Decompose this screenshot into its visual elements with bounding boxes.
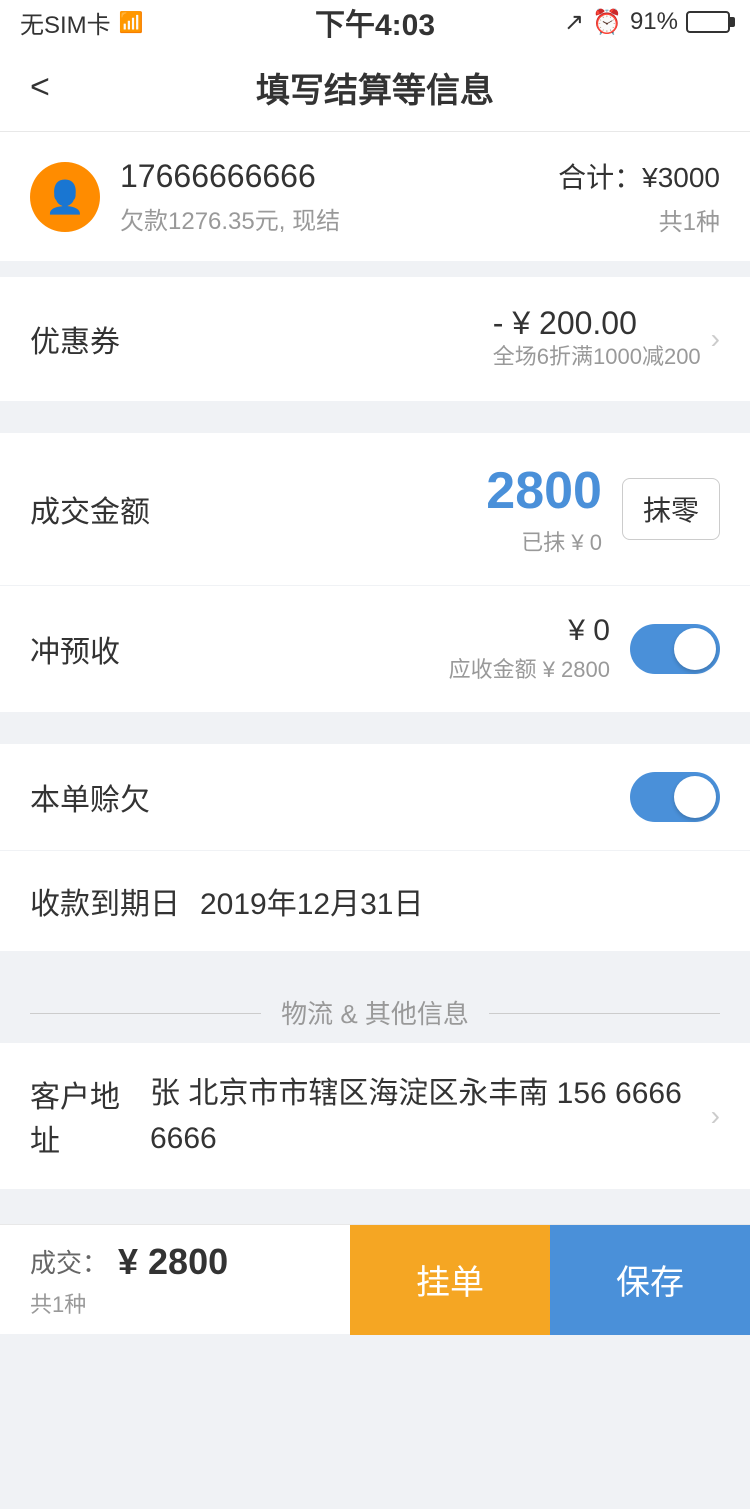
customer-card: 👤 17666666666 欠款1276.35元, 现结 合计：¥3000 共1… [0,132,750,261]
battery-percent: 91% [630,8,678,36]
customer-total: 合计：¥3000 [558,156,720,196]
wifi-icon: 📶 [119,10,144,35]
status-right: ↗ ⏰ 91% [564,8,730,37]
customer-phone: 17666666666 [120,158,340,195]
logistics-header: 物流 & 其他信息 [0,983,750,1043]
credit-toggle[interactable] [630,772,720,822]
prepay-row: 冲预收 ¥ 0 应收金额 ¥ 2800 [0,585,750,712]
bottom-total-amount: ¥ 2800 [118,1241,228,1283]
coupon-label: 优惠券 [30,317,120,361]
section-divider-2 [0,728,750,744]
customer-count: 共1种 [558,202,720,237]
carrier-text: 无SIM卡 [20,5,111,40]
coupon-info: - ¥ 200.00 全场6折满1000减200 [493,305,701,373]
coupon-row[interactable]: 优惠券 - ¥ 200.00 全场6折满1000减200 › [0,277,750,401]
due-date-value: 2019年12月31日 [200,879,423,923]
customer-debt: 欠款1276.35元, 现结 [120,201,340,236]
coupon-chevron-icon: › [711,323,720,355]
prepay-amount-wrap: ¥ 0 应收金额 ¥ 2800 [449,614,610,684]
bottom-total-row: 成交： ¥ 2800 [30,1241,320,1283]
status-time: 下午4:03 [315,0,435,44]
prepay-label: 冲预收 [30,627,120,671]
page-title: 填写结算等信息 [256,63,494,112]
bottom-bar: 成交： ¥ 2800 共1种 挂单 保存 [0,1224,750,1334]
credit-section: 本单赊欠 收款到期日 2019年12月31日 [0,744,750,951]
credit-label: 本单赊欠 [30,775,150,819]
prepay-right: ¥ 0 应收金额 ¥ 2800 [449,614,720,684]
section-divider-3 [0,967,750,983]
amount-label: 成交金额 [30,487,150,531]
amount-right: 2800 已抹 ¥ 0 抹零 [486,461,720,557]
prepay-toggle[interactable] [630,624,720,674]
hold-button[interactable]: 挂单 [350,1225,550,1335]
customer-right: 合计：¥3000 共1种 [558,156,720,237]
due-date-row: 收款到期日 2019年12月31日 [0,850,750,951]
bottom-total-area: 成交： ¥ 2800 共1种 [0,1241,350,1319]
back-button[interactable]: < [30,68,50,107]
prepay-receivable: 应收金额 ¥ 2800 [449,652,610,684]
prepay-amount: ¥ 0 [449,614,610,648]
address-chevron-icon: › [711,1100,720,1132]
customer-info: 17666666666 欠款1276.35元, 现结 [120,158,340,236]
location-icon: ↗ [564,8,584,37]
nav-bar: < 填写结算等信息 [0,44,750,132]
coupon-right: - ¥ 200.00 全场6折满1000减200 › [493,305,720,373]
alarm-icon: ⏰ [592,8,622,37]
logistics-title: 物流 & 其他信息 [261,994,489,1031]
bottom-total-label: 成交： [30,1243,108,1280]
address-value: 张 北京市市辖区海淀区永丰南 156 6666 6666 [150,1071,691,1161]
save-button[interactable]: 保存 [550,1225,750,1335]
transaction-amount-value: 2800 [486,461,602,521]
section-divider-1 [0,417,750,433]
coupon-amount: - ¥ 200.00 [493,305,701,342]
transaction-section: 成交金额 2800 已抹 ¥ 0 抹零 冲预收 ¥ 0 应收金额 ¥ 2800 [0,433,750,712]
status-left: 无SIM卡 📶 [20,5,144,40]
avatar: 👤 [30,162,100,232]
credit-row: 本单赊欠 [0,744,750,850]
address-row[interactable]: 客户地址 张 北京市市辖区海淀区永丰南 156 6666 6666 › [0,1043,750,1189]
coupon-desc: 全场6折满1000减200 [493,342,701,373]
customer-left: 👤 17666666666 欠款1276.35元, 现结 [30,158,340,236]
amount-row: 成交金额 2800 已抹 ¥ 0 抹零 [0,433,750,585]
amount-rounded-label: 已抹 ¥ 0 [486,525,602,557]
bottom-total-count: 共1种 [30,1287,320,1319]
due-date-label: 收款到期日 [30,879,180,923]
battery-icon [686,11,730,33]
address-label: 客户地址 [30,1072,130,1160]
round-button[interactable]: 抹零 [622,478,720,540]
amount-value-wrap: 2800 已抹 ¥ 0 [486,461,602,557]
status-bar: 无SIM卡 📶 下午4:03 ↗ ⏰ 91% [0,0,750,44]
